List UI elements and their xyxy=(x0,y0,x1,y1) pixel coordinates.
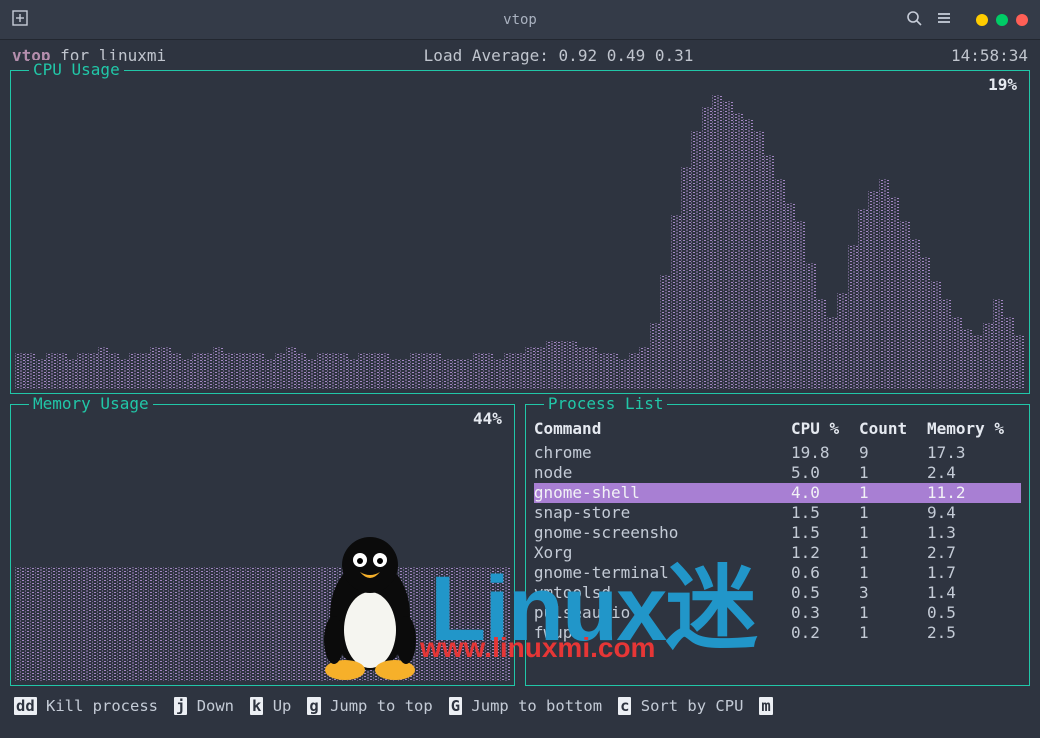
col-command: Command xyxy=(534,419,787,439)
cell-mem: 2.7 xyxy=(927,543,1021,563)
cpu-chart xyxy=(15,89,1025,389)
load-label: Load Average: xyxy=(424,46,549,65)
cell-mem: 11.2 xyxy=(927,483,1021,503)
key-dd: dd xyxy=(14,697,37,715)
memory-panel-title: Memory Usage xyxy=(29,394,153,414)
table-row[interactable]: gnome-terminal0.611.7 xyxy=(534,563,1021,583)
cell-command: fwupd xyxy=(534,623,787,643)
cell-command: vmtoolsd xyxy=(534,583,787,603)
cell-command: snap-store xyxy=(534,503,787,523)
key-j: j xyxy=(174,697,187,715)
cell-cpu: 1.5 xyxy=(791,503,855,523)
hint-bottom: Jump to bottom xyxy=(471,697,602,715)
cell-command: node xyxy=(534,463,787,483)
window-minimize-button[interactable] xyxy=(976,14,988,26)
key-m: m xyxy=(759,697,772,715)
cell-mem: 17.3 xyxy=(927,443,1021,463)
cell-mem: 1.4 xyxy=(927,583,1021,603)
cell-command: gnome-terminal xyxy=(534,563,787,583)
window-titlebar: vtop xyxy=(0,0,1040,40)
cell-count: 1 xyxy=(859,483,923,503)
hint-kill: Kill process xyxy=(46,697,158,715)
window-maximize-button[interactable] xyxy=(996,14,1008,26)
cell-command: Xorg xyxy=(534,543,787,563)
cell-mem: 1.3 xyxy=(927,523,1021,543)
hint-up: Up xyxy=(273,697,292,715)
key-k: k xyxy=(250,697,263,715)
status-line: vtop for linuxmi Load Average: 0.92 0.49… xyxy=(8,44,1032,68)
cell-count: 1 xyxy=(859,563,923,583)
table-row[interactable]: Xorg1.212.7 xyxy=(534,543,1021,563)
cell-cpu: 0.2 xyxy=(791,623,855,643)
new-tab-icon[interactable] xyxy=(12,10,28,30)
hint-down: Down xyxy=(197,697,234,715)
cell-count: 1 xyxy=(859,543,923,563)
cell-count: 9 xyxy=(859,443,923,463)
process-list[interactable]: chrome19.8917.3node5.012.4gnome-shell4.0… xyxy=(534,443,1021,643)
cell-count: 1 xyxy=(859,503,923,523)
process-list-panel: Process List Command CPU % Count Memory … xyxy=(525,404,1030,686)
table-row[interactable]: vmtoolsd0.531.4 xyxy=(534,583,1021,603)
cell-cpu: 1.2 xyxy=(791,543,855,563)
cell-mem: 2.4 xyxy=(927,463,1021,483)
load-5: 0.49 xyxy=(607,46,646,65)
table-row[interactable]: gnome-screensho1.511.3 xyxy=(534,523,1021,543)
table-row[interactable]: snap-store1.519.4 xyxy=(534,503,1021,523)
cell-command: pulseaudio xyxy=(534,603,787,623)
key-c: c xyxy=(618,697,631,715)
table-row[interactable]: chrome19.8917.3 xyxy=(534,443,1021,463)
hint-top: Jump to top xyxy=(330,697,433,715)
table-row[interactable]: node5.012.4 xyxy=(534,463,1021,483)
cell-mem: 9.4 xyxy=(927,503,1021,523)
cell-count: 1 xyxy=(859,523,923,543)
memory-usage-panel: Memory Usage 44% xyxy=(10,404,515,686)
cell-command: gnome-screensho xyxy=(534,523,787,543)
cell-mem: 1.7 xyxy=(927,563,1021,583)
table-row[interactable]: gnome-shell4.0111.2 xyxy=(534,483,1021,503)
cell-cpu: 0.5 xyxy=(791,583,855,603)
keybind-bar: dd Kill process j Down k Up g Jump to to… xyxy=(8,694,1032,718)
cell-count: 1 xyxy=(859,603,923,623)
table-row[interactable]: pulseaudio0.310.5 xyxy=(534,603,1021,623)
cell-count: 3 xyxy=(859,583,923,603)
cell-cpu: 4.0 xyxy=(791,483,855,503)
clock: 14:58:34 xyxy=(951,46,1028,66)
cell-cpu: 0.3 xyxy=(791,603,855,623)
process-panel-title: Process List xyxy=(544,394,668,414)
window-close-button[interactable] xyxy=(1016,14,1028,26)
cell-mem: 0.5 xyxy=(927,603,1021,623)
window-title: vtop xyxy=(172,12,868,28)
key-G: G xyxy=(449,697,462,715)
col-cpu: CPU % xyxy=(791,419,855,439)
menu-icon[interactable] xyxy=(936,10,952,30)
cell-command: chrome xyxy=(534,443,787,463)
key-g: g xyxy=(307,697,320,715)
cell-cpu: 19.8 xyxy=(791,443,855,463)
cell-cpu: 0.6 xyxy=(791,563,855,583)
cell-mem: 2.5 xyxy=(927,623,1021,643)
load-15: 0.31 xyxy=(655,46,694,65)
cell-count: 1 xyxy=(859,623,923,643)
col-memory: Memory % xyxy=(927,419,1021,439)
search-icon[interactable] xyxy=(906,10,922,30)
cell-cpu: 5.0 xyxy=(791,463,855,483)
cpu-usage-panel: CPU Usage 19% xyxy=(10,70,1030,394)
terminal-view[interactable]: vtop for linuxmi Load Average: 0.92 0.49… xyxy=(0,40,1040,720)
table-row[interactable]: fwupd0.212.5 xyxy=(534,623,1021,643)
col-count: Count xyxy=(859,419,923,439)
cpu-panel-title: CPU Usage xyxy=(29,60,124,80)
cell-cpu: 1.5 xyxy=(791,523,855,543)
cell-command: gnome-shell xyxy=(534,483,787,503)
memory-chart xyxy=(15,423,510,681)
hint-sort-cpu: Sort by CPU xyxy=(641,697,744,715)
load-1: 0.92 xyxy=(559,46,598,65)
cell-count: 1 xyxy=(859,463,923,483)
